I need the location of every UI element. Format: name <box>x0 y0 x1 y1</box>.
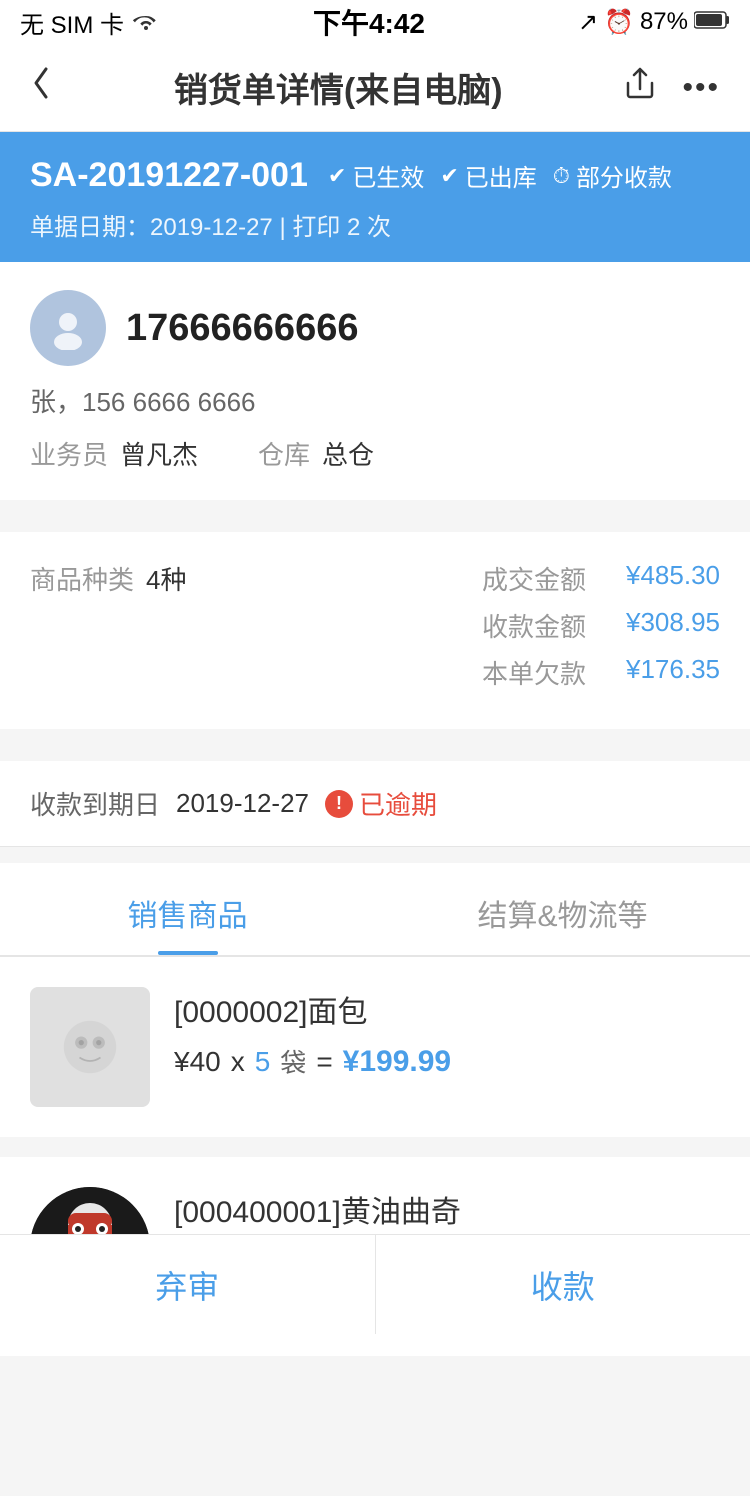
amount-row: 成交金额 ¥485.30 <box>482 560 720 597</box>
wifi-icon <box>132 8 160 37</box>
overdue-warning-icon: ! <box>325 790 353 818</box>
warehouse-label: 仓库 <box>258 435 310 472</box>
divider-2 <box>0 745 750 761</box>
avatar <box>30 290 106 366</box>
salesperson-item: 业务员 曾凡杰 <box>30 435 198 472</box>
price-total-1: ¥199.99 <box>343 1045 451 1079</box>
category-value: 4种 <box>146 560 186 597</box>
cancel-button[interactable]: 弃审 <box>0 1235 376 1334</box>
price-base-1: ¥40 <box>174 1046 221 1078</box>
tabs-section: 销售商品 结算&物流等 <box>0 863 750 957</box>
status-badges: ✔ 已生效 ✔ 已出库 ⏱ 部分收款 <box>328 158 672 193</box>
back-button[interactable] <box>30 63 54 112</box>
status-time: 下午4:42 <box>313 2 425 42</box>
customer-section: 17666666666 张，156 6666 6666 业务员 曾凡杰 仓库 总… <box>0 262 750 500</box>
order-separator: | <box>279 214 292 241</box>
due-date: 2019-12-27 <box>176 788 309 819</box>
list-item: [0000002]面包 ¥40 x 5 袋 = ¥199.99 <box>0 957 750 1137</box>
received-value: ¥308.95 <box>626 607 720 644</box>
customer-name: 17666666666 <box>126 307 358 350</box>
products-section: [0000002]面包 ¥40 x 5 袋 = ¥199.99 <box>0 957 750 1496</box>
salesperson-label: 业务员 <box>30 435 108 472</box>
order-id: SA-20191227-001 <box>30 156 308 195</box>
status-bar: 无 SIM 卡 下午4:42 ↗ ⏰ 87% <box>0 0 750 44</box>
confirm-button[interactable]: 收款 <box>376 1235 750 1334</box>
clock-icon: ⏱ <box>553 163 570 189</box>
customer-info: 张，156 6666 6666 <box>30 382 720 419</box>
badge-effective: ✔ 已生效 <box>328 158 424 193</box>
due-label: 收款到期日 <box>30 785 160 822</box>
bottom-bar: 弃审 收款 <box>0 1234 750 1334</box>
customer-detail: 业务员 曾凡杰 仓库 总仓 <box>30 435 720 472</box>
order-header: SA-20191227-001 ✔ 已生效 ✔ 已出库 ⏱ 部分收款 单据日期：… <box>0 132 750 262</box>
received-label: 收款金额 <box>482 607 586 644</box>
product-price-1: ¥40 x 5 袋 = ¥199.99 <box>174 1043 720 1080</box>
nav-bar: 销货单详情(来自电脑) ••• <box>0 44 750 132</box>
warehouse-item: 仓库 总仓 <box>258 435 374 472</box>
alarm-icon: ⏰ <box>604 8 634 37</box>
battery-icon <box>694 8 730 36</box>
order-date: 单据日期：2019-12-27 <box>30 214 273 241</box>
overdue-text: 已逾期 <box>359 785 437 822</box>
battery-level: 87% <box>640 8 688 36</box>
divider-3 <box>0 847 750 863</box>
stats-left: 商品种类 4种 <box>30 560 186 605</box>
price-unit-1: 袋 <box>280 1043 306 1080</box>
product-image-1 <box>30 987 150 1107</box>
salesperson-value: 曾凡杰 <box>120 435 198 472</box>
tab-products[interactable]: 销售商品 <box>0 863 375 955</box>
warehouse-value: 总仓 <box>322 435 374 472</box>
product-name-2: [000400001]黄油曲奇 <box>174 1187 720 1231</box>
badge-partial-payment: ⏱ 部分收款 <box>553 158 672 193</box>
check-icon-2: ✔ <box>440 163 458 189</box>
equals-1: = <box>316 1046 332 1078</box>
sim-status: 无 SIM 卡 <box>20 5 124 40</box>
share-icon[interactable] <box>622 65 658 110</box>
overdue-badge: ! 已逾期 <box>325 785 437 822</box>
owed-value: ¥176.35 <box>626 654 720 691</box>
amount-label: 成交金额 <box>482 560 586 597</box>
location-icon: ↗ <box>578 8 598 37</box>
product-thumbnail-1 <box>30 987 150 1107</box>
print-count: 打印 2 次 <box>292 214 391 241</box>
tab-settlement[interactable]: 结算&物流等 <box>375 863 750 955</box>
bottom-spacer <box>0 1376 750 1496</box>
status-left: 无 SIM 卡 <box>20 5 160 40</box>
price-qty-1: 5 <box>255 1046 271 1078</box>
more-icon[interactable]: ••• <box>682 71 720 105</box>
status-right: ↗ ⏰ 87% <box>578 8 730 37</box>
multiply-icon-1: x <box>231 1046 245 1078</box>
badge-shipped: ✔ 已出库 <box>440 158 536 193</box>
nav-actions: ••• <box>622 65 720 110</box>
check-icon-1: ✔ <box>328 163 346 189</box>
amount-value: ¥485.30 <box>626 560 720 597</box>
order-meta: 单据日期：2019-12-27 | 打印 2 次 <box>30 207 720 242</box>
due-section: 收款到期日 2019-12-27 ! 已逾期 <box>0 761 750 847</box>
received-row: 收款金额 ¥308.95 <box>482 607 720 644</box>
stats-right: 成交金额 ¥485.30 收款金额 ¥308.95 本单欠款 ¥176.35 <box>482 560 720 701</box>
stats-section: 商品种类 4种 成交金额 ¥485.30 收款金额 ¥308.95 本单欠款 ¥… <box>0 532 750 729</box>
category-stat: 商品种类 4种 <box>30 560 186 597</box>
page-title: 销货单详情(来自电脑) <box>174 63 503 112</box>
category-label: 商品种类 <box>30 560 134 597</box>
product-info-1: [0000002]面包 ¥40 x 5 袋 = ¥199.99 <box>174 987 720 1080</box>
owed-row: 本单欠款 ¥176.35 <box>482 654 720 691</box>
owed-label: 本单欠款 <box>482 654 586 691</box>
product-name-1: [0000002]面包 <box>174 987 720 1031</box>
divider-1 <box>0 516 750 532</box>
